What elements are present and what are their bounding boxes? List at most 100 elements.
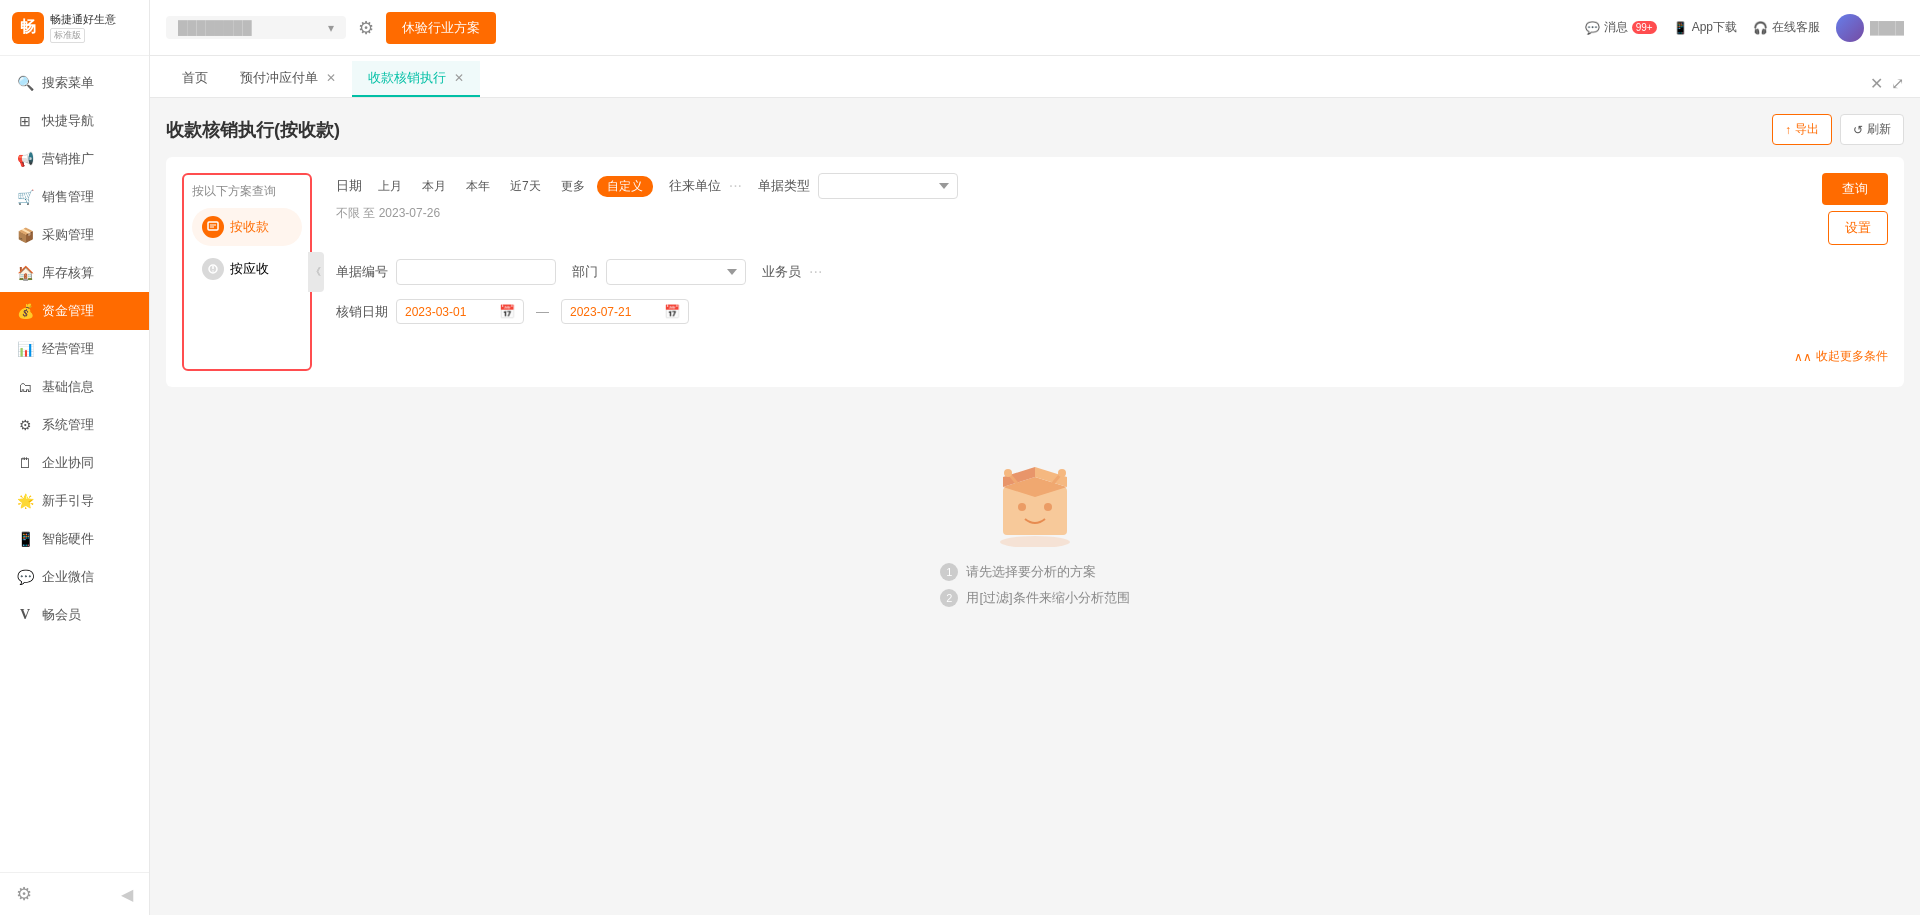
calendar-start-icon[interactable]: 📅 <box>499 304 515 319</box>
tab-prepay[interactable]: 预付冲应付单 ✕ <box>224 61 352 97</box>
calendar-end-icon[interactable]: 📅 <box>664 304 680 319</box>
tab-receipt-writeoff-close[interactable]: ✕ <box>454 71 464 85</box>
date-more[interactable]: 更多 <box>553 176 593 197</box>
tab-home[interactable]: 首页 <box>166 61 224 97</box>
counterpart-dots[interactable]: ··· <box>729 177 742 195</box>
svg-point-14 <box>1004 469 1012 477</box>
sidebar: 畅 畅捷通好生意 标准版 🔍 搜索菜单 ⊞ 快捷导航 📢 营销推广 🛒 销售管理… <box>0 0 150 915</box>
sidebar-item-finance[interactable]: 💰 资金管理 <box>0 292 149 330</box>
sidebar-collapse-btn[interactable]: ◀ <box>121 885 133 904</box>
sidebar-item-label: 采购管理 <box>42 226 94 244</box>
date-last-month[interactable]: 上月 <box>370 176 410 197</box>
counterpart-field: 往来单位 ··· <box>669 177 742 195</box>
app-name: 畅捷通好生意 <box>50 12 116 26</box>
tab-close-all-icon[interactable]: ✕ <box>1870 74 1883 93</box>
date-label: 日期 <box>336 177 362 195</box>
main-area: ████████ ▾ ⚙ 休验行业方案 💬 消息 99+ 📱 App下载 🎧 在… <box>150 0 1920 915</box>
filter-row-date: 日期 上月 本月 本年 近7天 更多 自定义 <box>336 173 958 199</box>
sidebar-item-label: 搜索菜单 <box>42 74 94 92</box>
sidebar-item-label: 销售管理 <box>42 188 94 206</box>
user-area[interactable]: ████ <box>1836 14 1904 42</box>
sidebar-item-label: 营销推广 <box>42 150 94 168</box>
writeoff-date-start-input[interactable] <box>405 305 495 319</box>
staff-field: 业务员 ··· <box>762 263 822 281</box>
date-custom[interactable]: 自定义 <box>597 176 653 197</box>
company-name: ████████ <box>178 20 328 35</box>
sidebar-item-label: 新手引导 <box>42 492 94 510</box>
company-selector[interactable]: ████████ ▾ <box>166 16 346 39</box>
sidebar-item-weixin[interactable]: 💬 企业微信 <box>0 558 149 596</box>
finance-icon: 💰 <box>16 302 34 320</box>
export-button[interactable]: ↑ 导出 <box>1772 114 1832 145</box>
sidebar-item-enterprise[interactable]: 🗒 企业协同 <box>0 444 149 482</box>
empty-state: 1 请先选择要分析的方案 2 用[过滤]条件来缩小分析范围 <box>166 387 1904 667</box>
date-7days[interactable]: 近7天 <box>502 176 549 197</box>
sidebar-bottom: ⚙ ◀ <box>0 872 149 915</box>
refresh-button[interactable]: ↺ 刷新 <box>1840 114 1904 145</box>
voucher-no-input[interactable] <box>396 259 556 285</box>
svg-point-11 <box>1018 503 1026 511</box>
sidebar-item-member[interactable]: V 畅会员 <box>0 596 149 634</box>
settings-icon[interactable]: ⚙ <box>358 17 374 39</box>
filter-option-by-receivable[interactable]: 按应收 <box>192 250 302 288</box>
tab-expand-icon[interactable]: ⤢ <box>1891 74 1904 93</box>
sidebar-item-label: 畅会员 <box>42 606 81 624</box>
settings-button[interactable]: 设置 <box>1828 211 1888 245</box>
sidebar-item-label: 资金管理 <box>42 302 94 320</box>
svg-point-16 <box>1058 469 1066 477</box>
more-conditions-button[interactable]: ∧∧ 收起更多条件 <box>336 342 1888 371</box>
voucher-type-select[interactable] <box>818 173 958 199</box>
sidebar-item-inventory[interactable]: 🏠 库存核算 <box>0 254 149 292</box>
sidebar-item-guide[interactable]: 🌟 新手引导 <box>0 482 149 520</box>
more-conditions-label: 收起更多条件 <box>1816 348 1888 365</box>
message-badge: 99+ <box>1632 21 1657 34</box>
by-receivable-label: 按应收 <box>230 260 269 278</box>
empty-tip-1: 1 请先选择要分析的方案 <box>940 563 1129 581</box>
writeoff-date-end-input[interactable] <box>570 305 660 319</box>
sidebar-settings-btn[interactable]: ⚙ <box>16 883 32 905</box>
filter-row-2: 单据编号 部门 业务员 ··· <box>336 259 1888 285</box>
date-this-year[interactable]: 本年 <box>458 176 498 197</box>
online-service-area[interactable]: 🎧 在线客服 <box>1753 19 1820 36</box>
tab-bar: 首页 预付冲应付单 ✕ 收款核销执行 ✕ ✕ ⤢ <box>150 56 1920 98</box>
search-menu-icon: 🔍 <box>16 74 34 92</box>
sidebar-item-operations[interactable]: 📊 经营管理 <box>0 330 149 368</box>
sidebar-item-hardware[interactable]: 📱 智能硬件 <box>0 520 149 558</box>
collapse-arrows-icon: ∧∧ <box>1794 350 1812 364</box>
tab-bar-controls: ✕ ⤢ <box>1870 74 1904 97</box>
tab-receipt-writeoff[interactable]: 收款核销执行 ✕ <box>352 61 480 97</box>
date-this-month[interactable]: 本月 <box>414 176 454 197</box>
sidebar-item-marketing[interactable]: 📢 营销推广 <box>0 140 149 178</box>
filter-sidebar: 按以下方案查询 按收款 按应收 《 <box>182 173 312 371</box>
voucher-no-field: 单据编号 <box>336 259 556 285</box>
dept-select[interactable] <box>606 259 746 285</box>
sidebar-item-sales[interactable]: 🛒 销售管理 <box>0 178 149 216</box>
sidebar-item-system[interactable]: ⚙ 系统管理 <box>0 406 149 444</box>
chevron-down-icon[interactable]: ▾ <box>328 21 334 35</box>
tab-prepay-close[interactable]: ✕ <box>326 71 336 85</box>
refresh-icon: ↺ <box>1853 123 1863 137</box>
app-icon: 📱 <box>1673 21 1688 35</box>
sidebar-item-label: 快捷导航 <box>42 112 94 130</box>
filter-collapse-button[interactable]: 《 <box>308 252 324 292</box>
operations-icon: 📊 <box>16 340 34 358</box>
header-left: ████████ ▾ ⚙ 休验行业方案 <box>166 12 496 44</box>
message-area[interactable]: 💬 消息 99+ <box>1585 19 1657 36</box>
filter-option-by-receipt[interactable]: 按收款 <box>192 208 302 246</box>
tip-text-1: 请先选择要分析的方案 <box>966 563 1096 581</box>
sidebar-item-search-menu[interactable]: 🔍 搜索菜单 <box>0 64 149 102</box>
sidebar-item-label: 基础信息 <box>42 378 94 396</box>
svg-point-6 <box>1000 536 1070 547</box>
staff-dots[interactable]: ··· <box>809 263 822 281</box>
marketing-icon: 📢 <box>16 150 34 168</box>
sidebar-item-purchase[interactable]: 📦 采购管理 <box>0 216 149 254</box>
query-button[interactable]: 查询 <box>1822 173 1888 205</box>
sidebar-item-basic-info[interactable]: 🗂 基础信息 <box>0 368 149 406</box>
sidebar-item-label: 企业微信 <box>42 568 94 586</box>
tab-prepay-label: 预付冲应付单 <box>240 69 318 87</box>
sidebar-item-quick-nav[interactable]: ⊞ 快捷导航 <box>0 102 149 140</box>
industry-solution-button[interactable]: 休验行业方案 <box>386 12 496 44</box>
app-download-area[interactable]: 📱 App下载 <box>1673 19 1737 36</box>
basic-info-icon: 🗂 <box>16 378 34 396</box>
sidebar-item-label: 库存核算 <box>42 264 94 282</box>
